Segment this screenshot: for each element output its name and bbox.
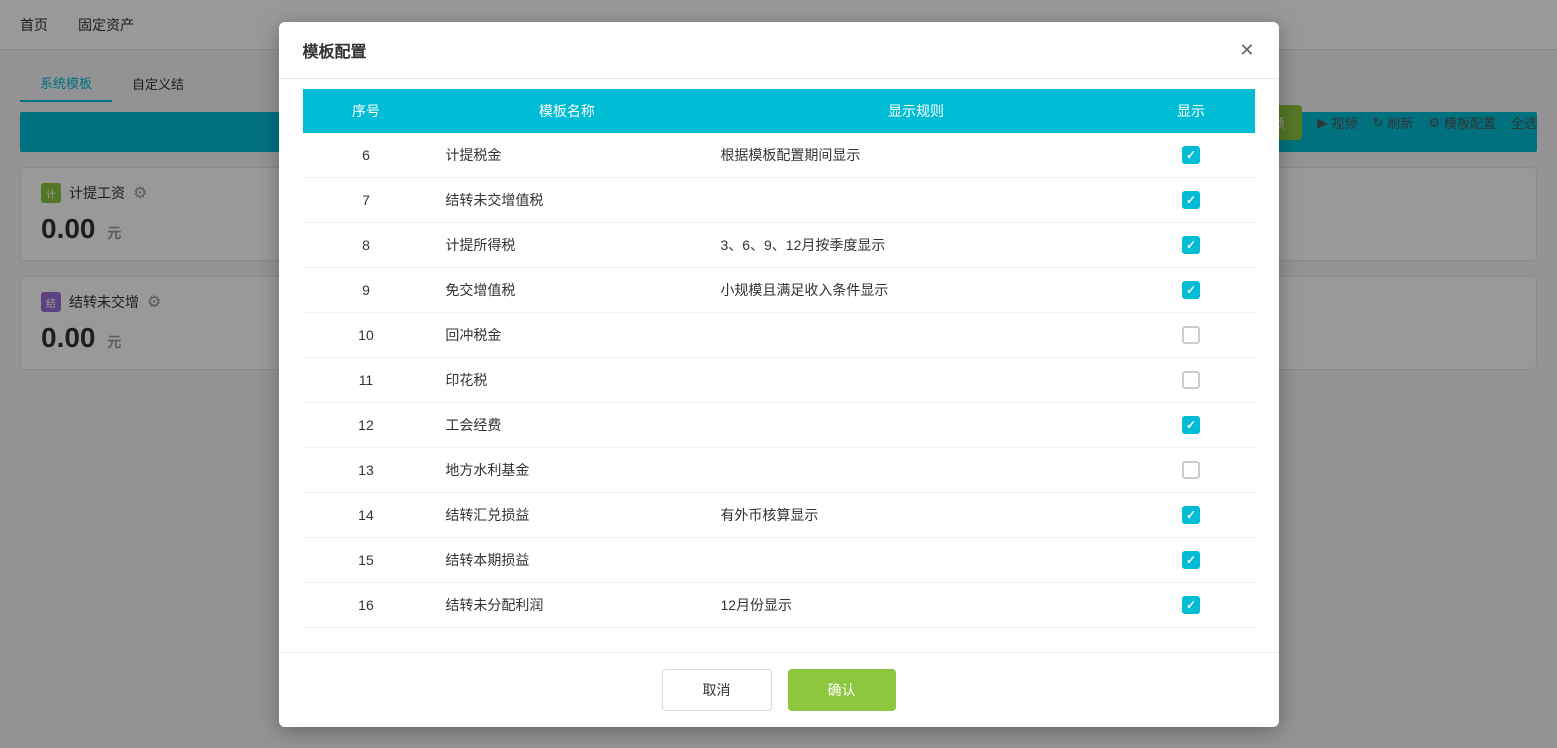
table-row: 7结转未交增值税 <box>303 177 1255 222</box>
cell-rule: 小规模且满足收入条件显示 <box>704 267 1127 312</box>
cell-checkbox <box>1128 582 1255 627</box>
cell-checkbox <box>1128 267 1255 312</box>
table-row: 13地方水利基金 <box>303 447 1255 492</box>
cell-rule: 根据模板配置期间显示 <box>704 133 1127 178</box>
config-table: 序号 模板名称 显示规则 显示 6计提税金根据模板配置期间显示7结转未交增值税8… <box>303 89 1255 628</box>
checkbox-12[interactable] <box>1182 416 1200 434</box>
table-row: 8计提所得税3、6、9、12月按季度显示 <box>303 222 1255 267</box>
checkbox-13[interactable] <box>1182 461 1200 479</box>
cell-rule: 3、6、9、12月按季度显示 <box>704 222 1127 267</box>
modal-template-config: 模板配置 ✕ 序号 模板名称 显示规则 显示 6计提税金根据模板配置期间 <box>279 22 1279 727</box>
cell-id: 7 <box>303 177 430 222</box>
col-header-show: 显示 <box>1128 89 1255 133</box>
cell-checkbox <box>1128 222 1255 267</box>
col-header-rule: 显示规则 <box>704 89 1127 133</box>
cell-rule: 有外币核算显示 <box>704 492 1127 537</box>
table-row: 12工会经费 <box>303 402 1255 447</box>
col-header-name: 模板名称 <box>429 89 704 133</box>
cell-id: 11 <box>303 357 430 402</box>
cell-checkbox <box>1128 447 1255 492</box>
table-row: 6计提税金根据模板配置期间显示 <box>303 133 1255 178</box>
cell-name: 结转未分配利润 <box>429 582 704 627</box>
cell-rule <box>704 357 1127 402</box>
modal-body: 序号 模板名称 显示规则 显示 6计提税金根据模板配置期间显示7结转未交增值税8… <box>279 79 1279 652</box>
cell-checkbox <box>1128 177 1255 222</box>
cell-id: 16 <box>303 582 430 627</box>
cell-name: 计提所得税 <box>429 222 704 267</box>
cell-rule <box>704 537 1127 582</box>
col-header-id: 序号 <box>303 89 430 133</box>
cell-name: 结转本期损益 <box>429 537 704 582</box>
cell-name: 结转汇兑损益 <box>429 492 704 537</box>
table-row: 16结转未分配利润12月份显示 <box>303 582 1255 627</box>
checkbox-7[interactable] <box>1182 191 1200 209</box>
cell-name: 回冲税金 <box>429 312 704 357</box>
cell-name: 地方水利基金 <box>429 447 704 492</box>
cell-id: 6 <box>303 133 430 178</box>
cell-checkbox <box>1128 492 1255 537</box>
cell-id: 14 <box>303 492 430 537</box>
cell-name: 结转未交增值税 <box>429 177 704 222</box>
modal-title: 模板配置 <box>303 38 367 62</box>
cell-id: 12 <box>303 402 430 447</box>
modal-overlay: 模板配置 ✕ 序号 模板名称 显示规则 显示 6计提税金根据模板配置期间 <box>0 0 1557 748</box>
checkbox-8[interactable] <box>1182 236 1200 254</box>
cell-checkbox <box>1128 402 1255 447</box>
cell-name: 计提税金 <box>429 133 704 178</box>
cell-checkbox <box>1128 537 1255 582</box>
table-row: 10回冲税金 <box>303 312 1255 357</box>
cell-id: 15 <box>303 537 430 582</box>
cell-rule <box>704 177 1127 222</box>
checkbox-9[interactable] <box>1182 281 1200 299</box>
checkbox-11[interactable] <box>1182 371 1200 389</box>
modal-header: 模板配置 ✕ <box>279 22 1279 79</box>
table-header-row: 序号 模板名称 显示规则 显示 <box>303 89 1255 133</box>
checkbox-14[interactable] <box>1182 506 1200 524</box>
table-row: 14结转汇兑损益有外币核算显示 <box>303 492 1255 537</box>
cell-id: 9 <box>303 267 430 312</box>
table-row: 15结转本期损益 <box>303 537 1255 582</box>
cell-id: 13 <box>303 447 430 492</box>
checkbox-6[interactable] <box>1182 146 1200 164</box>
table-body: 6计提税金根据模板配置期间显示7结转未交增值税8计提所得税3、6、9、12月按季… <box>303 133 1255 628</box>
cell-rule <box>704 312 1127 357</box>
checkbox-16[interactable] <box>1182 596 1200 614</box>
cell-checkbox <box>1128 133 1255 178</box>
checkbox-15[interactable] <box>1182 551 1200 569</box>
cell-id: 8 <box>303 222 430 267</box>
modal-footer: 取消 确认 <box>279 652 1279 727</box>
confirm-button[interactable]: 确认 <box>788 669 896 711</box>
cell-checkbox <box>1128 357 1255 402</box>
cell-rule: 12月份显示 <box>704 582 1127 627</box>
cell-name: 免交增值税 <box>429 267 704 312</box>
cell-checkbox <box>1128 312 1255 357</box>
table-row: 11印花税 <box>303 357 1255 402</box>
checkbox-10[interactable] <box>1182 326 1200 344</box>
modal-close-button[interactable]: ✕ <box>1239 41 1254 59</box>
cell-name: 印花税 <box>429 357 704 402</box>
cell-rule <box>704 447 1127 492</box>
background-page: 首页 固定资产 系统模板 自定义结 测算金额 ▶ 视频 ↻ 刷新 ⚙ 模板配置 <box>0 0 1557 748</box>
table-row: 9免交增值税小规模且满足收入条件显示 <box>303 267 1255 312</box>
cell-id: 10 <box>303 312 430 357</box>
cell-rule <box>704 402 1127 447</box>
cancel-button[interactable]: 取消 <box>662 669 772 711</box>
cell-name: 工会经费 <box>429 402 704 447</box>
